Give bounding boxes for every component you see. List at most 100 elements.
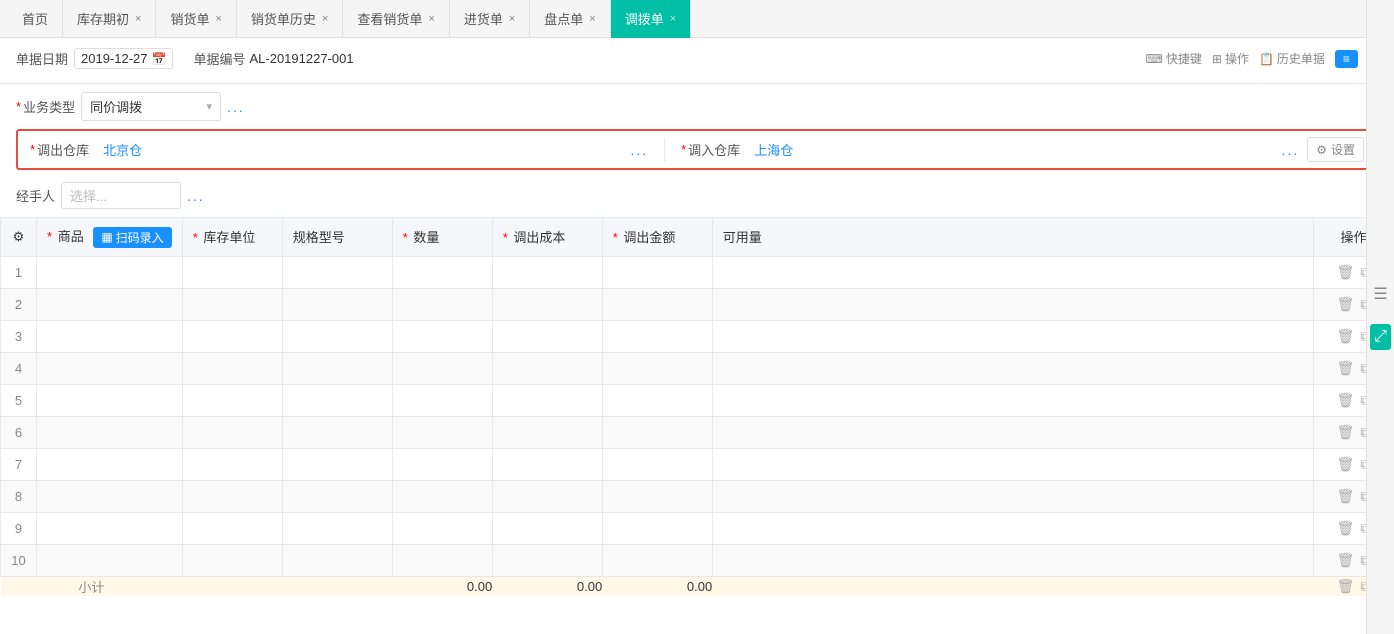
tab-sales-history[interactable]: 销货单历史 × bbox=[237, 0, 343, 38]
row-spec-2[interactable] bbox=[282, 288, 392, 320]
row-spec-3[interactable] bbox=[282, 320, 392, 352]
row-amount-2[interactable] bbox=[602, 288, 712, 320]
settings-col-header[interactable]: ⚙ bbox=[1, 218, 37, 257]
row-spec-8[interactable] bbox=[282, 480, 392, 512]
row-product-4[interactable] bbox=[37, 352, 183, 384]
row-qty-3[interactable] bbox=[392, 320, 492, 352]
row-delete-icon-2[interactable]: 🗑 bbox=[1337, 296, 1355, 313]
tab-close-sales-order[interactable]: × bbox=[215, 13, 221, 25]
operations-btn[interactable]: ⊞ 操作 bbox=[1212, 50, 1249, 67]
handler-ellipsis[interactable]: ... bbox=[187, 188, 205, 204]
row-available-8[interactable] bbox=[712, 480, 1313, 512]
row-product-2[interactable] bbox=[37, 288, 183, 320]
row-unit-5[interactable] bbox=[182, 384, 282, 416]
table-settings-icon[interactable]: ⚙ bbox=[13, 229, 25, 244]
row-spec-10[interactable] bbox=[282, 544, 392, 576]
row-amount-7[interactable] bbox=[602, 448, 712, 480]
tab-close-transfer[interactable]: × bbox=[670, 13, 676, 25]
history-btn[interactable]: 📋 历史单据 bbox=[1259, 50, 1325, 67]
business-type-ellipsis[interactable]: ... bbox=[227, 99, 245, 115]
scan-barcode-button[interactable]: ▦ 扫码录入 bbox=[93, 227, 171, 248]
row-available-7[interactable] bbox=[712, 448, 1313, 480]
row-available-6[interactable] bbox=[712, 416, 1313, 448]
row-cost-6[interactable] bbox=[492, 416, 602, 448]
row-delete-icon-6[interactable]: 🗑 bbox=[1337, 424, 1355, 441]
row-spec-5[interactable] bbox=[282, 384, 392, 416]
row-qty-8[interactable] bbox=[392, 480, 492, 512]
row-product-5[interactable] bbox=[37, 384, 183, 416]
row-unit-7[interactable] bbox=[182, 448, 282, 480]
row-qty-10[interactable] bbox=[392, 544, 492, 576]
row-available-5[interactable] bbox=[712, 384, 1313, 416]
tab-close-inventory-init[interactable]: × bbox=[135, 13, 141, 25]
row-spec-6[interactable] bbox=[282, 416, 392, 448]
row-available-4[interactable] bbox=[712, 352, 1313, 384]
handler-select[interactable]: 选择... bbox=[61, 182, 181, 209]
row-cost-1[interactable] bbox=[492, 256, 602, 288]
row-unit-4[interactable] bbox=[182, 352, 282, 384]
row-qty-9[interactable] bbox=[392, 512, 492, 544]
row-unit-3[interactable] bbox=[182, 320, 282, 352]
row-qty-5[interactable] bbox=[392, 384, 492, 416]
row-delete-icon-1[interactable]: 🗑 bbox=[1337, 264, 1355, 281]
row-cost-10[interactable] bbox=[492, 544, 602, 576]
row-spec-4[interactable] bbox=[282, 352, 392, 384]
row-unit-8[interactable] bbox=[182, 480, 282, 512]
row-delete-icon-9[interactable]: 🗑 bbox=[1337, 520, 1355, 537]
side-list-icon[interactable]: ☰ bbox=[1373, 284, 1387, 304]
row-available-3[interactable] bbox=[712, 320, 1313, 352]
row-delete-icon-3[interactable]: 🗑 bbox=[1337, 328, 1355, 345]
layout-btn-list[interactable]: ≡ bbox=[1335, 50, 1358, 68]
row-qty-6[interactable] bbox=[392, 416, 492, 448]
business-type-select[interactable]: 同价调拨 ▾ bbox=[81, 92, 221, 121]
row-cost-5[interactable] bbox=[492, 384, 602, 416]
row-qty-1[interactable] bbox=[392, 256, 492, 288]
tab-purchase-order[interactable]: 进货单 × bbox=[450, 0, 530, 38]
row-delete-icon-8[interactable]: 🗑 bbox=[1337, 488, 1355, 505]
row-spec-7[interactable] bbox=[282, 448, 392, 480]
tab-close-view-sales[interactable]: × bbox=[428, 13, 434, 25]
row-amount-6[interactable] bbox=[602, 416, 712, 448]
warehouse-out-ellipsis[interactable]: ... bbox=[630, 142, 648, 158]
date-input[interactable]: 2019-12-27 📅 bbox=[74, 48, 173, 69]
row-available-2[interactable] bbox=[712, 288, 1313, 320]
row-cost-4[interactable] bbox=[492, 352, 602, 384]
row-amount-9[interactable] bbox=[602, 512, 712, 544]
shortcuts-btn[interactable]: ⌨ 快捷键 bbox=[1146, 50, 1202, 67]
row-cost-7[interactable] bbox=[492, 448, 602, 480]
tab-inventory-init[interactable]: 库存期初 × bbox=[63, 0, 156, 38]
row-available-1[interactable] bbox=[712, 256, 1313, 288]
row-unit-9[interactable] bbox=[182, 512, 282, 544]
row-product-10[interactable] bbox=[37, 544, 183, 576]
tab-view-sales[interactable]: 查看销货单 × bbox=[343, 0, 449, 38]
row-amount-5[interactable] bbox=[602, 384, 712, 416]
row-product-1[interactable] bbox=[37, 256, 183, 288]
row-unit-6[interactable] bbox=[182, 416, 282, 448]
row-available-10[interactable] bbox=[712, 544, 1313, 576]
row-amount-10[interactable] bbox=[602, 544, 712, 576]
row-delete-icon-5[interactable]: 🗑 bbox=[1337, 392, 1355, 409]
row-spec-9[interactable] bbox=[282, 512, 392, 544]
side-expand-icon[interactable]: ⤢ bbox=[1370, 324, 1391, 350]
row-cost-8[interactable] bbox=[492, 480, 602, 512]
settings-button[interactable]: ⚙ 设置 bbox=[1307, 137, 1364, 162]
row-amount-4[interactable] bbox=[602, 352, 712, 384]
row-product-8[interactable] bbox=[37, 480, 183, 512]
row-unit-10[interactable] bbox=[182, 544, 282, 576]
tab-inventory-check[interactable]: 盘点单 × bbox=[530, 0, 610, 38]
row-cost-3[interactable] bbox=[492, 320, 602, 352]
row-delete-icon-4[interactable]: 🗑 bbox=[1337, 360, 1355, 377]
row-product-3[interactable] bbox=[37, 320, 183, 352]
warehouse-in-ellipsis[interactable]: ... bbox=[1282, 142, 1300, 158]
row-qty-4[interactable] bbox=[392, 352, 492, 384]
row-amount-8[interactable] bbox=[602, 480, 712, 512]
row-spec-1[interactable] bbox=[282, 256, 392, 288]
row-amount-1[interactable] bbox=[602, 256, 712, 288]
tab-sales-order[interactable]: 销货单 × bbox=[156, 0, 236, 38]
subtotal-delete-icon[interactable]: 🗑 bbox=[1337, 578, 1355, 595]
row-delete-icon-10[interactable]: 🗑 bbox=[1337, 552, 1355, 569]
row-qty-7[interactable] bbox=[392, 448, 492, 480]
row-product-6[interactable] bbox=[37, 416, 183, 448]
tab-close-purchase-order[interactable]: × bbox=[509, 13, 515, 25]
tab-close-inventory-check[interactable]: × bbox=[589, 13, 595, 25]
